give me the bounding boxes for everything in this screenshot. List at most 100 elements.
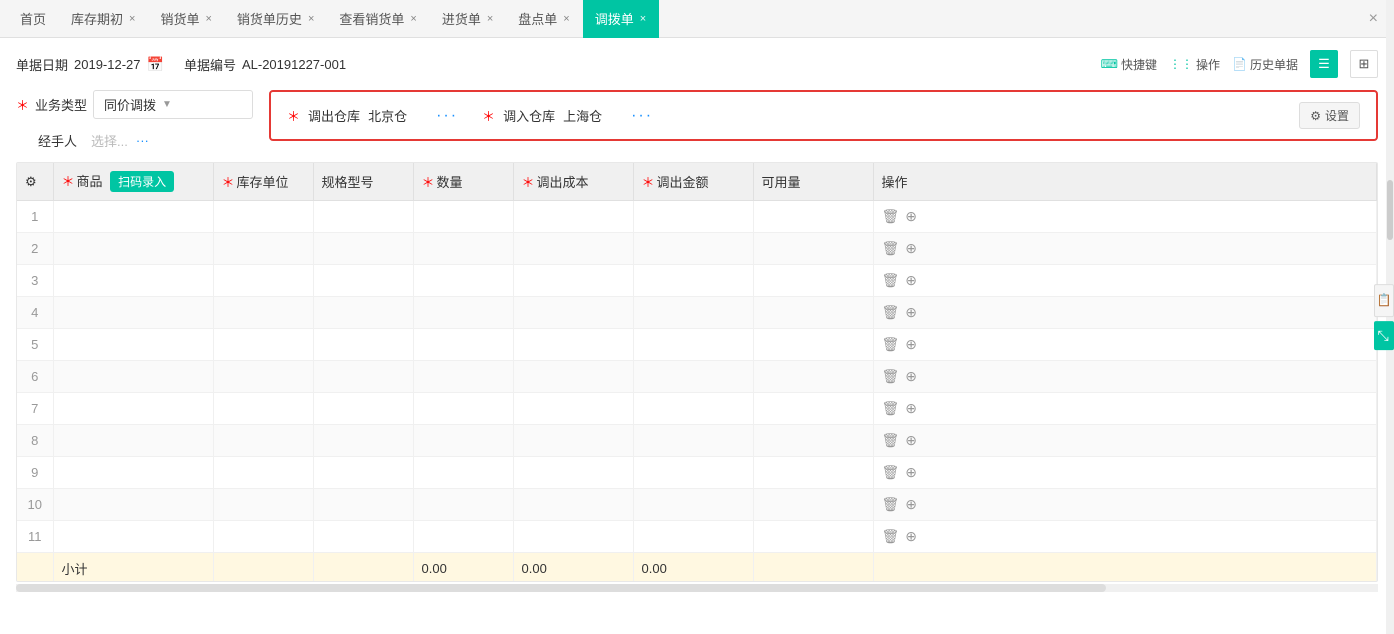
qty-cell[interactable] <box>413 393 513 425</box>
grid-view-btn[interactable]: ⊞ <box>1350 50 1378 78</box>
settings-button[interactable]: ⚙ 设置 <box>1299 102 1360 129</box>
copy-row-icon[interactable]: ⊕ <box>905 432 917 449</box>
product-cell[interactable] <box>53 265 213 297</box>
unit-cell[interactable] <box>213 233 313 265</box>
qty-cell[interactable] <box>413 521 513 553</box>
unit-cell[interactable] <box>213 361 313 393</box>
unit-cell[interactable] <box>213 201 313 233</box>
product-cell[interactable] <box>53 329 213 361</box>
th-gear[interactable]: ⚙ <box>17 163 53 201</box>
spec-cell[interactable] <box>313 329 413 361</box>
copy-row-icon[interactable]: ⊕ <box>905 400 917 417</box>
spec-cell[interactable] <box>313 521 413 553</box>
horizontal-scrollbar[interactable] <box>16 584 1378 592</box>
cost-cell[interactable] <box>513 521 633 553</box>
spec-cell[interactable] <box>313 265 413 297</box>
qty-cell[interactable] <box>413 457 513 489</box>
delete-row-icon[interactable]: 🗑 <box>882 304 900 321</box>
product-cell[interactable] <box>53 425 213 457</box>
amount-cell[interactable] <box>633 521 753 553</box>
copy-row-icon[interactable]: ⊕ <box>905 464 917 481</box>
history-action[interactable]: 📄 历史单据 <box>1232 56 1298 73</box>
unit-cell[interactable] <box>213 297 313 329</box>
amount-cell[interactable] <box>633 489 753 521</box>
qty-cell[interactable] <box>413 233 513 265</box>
delete-row-icon[interactable]: 🗑 <box>882 208 900 225</box>
amount-cell[interactable] <box>633 201 753 233</box>
unit-cell[interactable] <box>213 265 313 297</box>
close-tab-purchase[interactable]: × <box>487 13 493 25</box>
close-all-tabs[interactable]: × <box>1361 10 1386 28</box>
close-tab-transfer[interactable]: × <box>640 13 646 25</box>
delete-row-icon[interactable]: 🗑 <box>882 464 900 481</box>
cost-cell[interactable] <box>513 233 633 265</box>
qty-cell[interactable] <box>413 361 513 393</box>
operation-action[interactable]: ⋮⋮ 操作 <box>1169 56 1220 73</box>
cost-cell[interactable] <box>513 329 633 361</box>
tab-transfer[interactable]: 调拨单 × <box>583 0 659 38</box>
spec-cell[interactable] <box>313 297 413 329</box>
amount-cell[interactable] <box>633 265 753 297</box>
unit-cell[interactable] <box>213 521 313 553</box>
cost-cell[interactable] <box>513 489 633 521</box>
qty-cell[interactable] <box>413 265 513 297</box>
amount-cell[interactable] <box>633 361 753 393</box>
copy-row-icon[interactable]: ⊕ <box>905 304 917 321</box>
calendar-icon[interactable]: 📅 <box>147 56 164 73</box>
cost-cell[interactable] <box>513 361 633 393</box>
product-cell[interactable] <box>53 393 213 425</box>
tab-home[interactable]: 首页 <box>8 0 59 38</box>
product-cell[interactable] <box>53 361 213 393</box>
delete-row-icon[interactable]: 🗑 <box>882 496 900 513</box>
spec-cell[interactable] <box>313 233 413 265</box>
copy-row-icon[interactable]: ⊕ <box>905 528 917 545</box>
unit-cell[interactable] <box>213 457 313 489</box>
unit-cell[interactable] <box>213 329 313 361</box>
copy-row-icon[interactable]: ⊕ <box>905 368 917 385</box>
cost-cell[interactable] <box>513 297 633 329</box>
note-side-btn[interactable]: 📋 <box>1374 284 1394 317</box>
gear-icon[interactable]: ⚙ <box>25 174 37 189</box>
copy-row-icon[interactable]: ⊕ <box>905 272 917 289</box>
spec-cell[interactable] <box>313 489 413 521</box>
tab-inventory-init[interactable]: 库存期初 × <box>59 0 148 38</box>
copy-row-icon[interactable]: ⊕ <box>905 208 917 225</box>
product-cell[interactable] <box>53 457 213 489</box>
copy-row-icon[interactable]: ⊕ <box>905 240 917 257</box>
unit-cell[interactable] <box>213 393 313 425</box>
amount-cell[interactable] <box>633 425 753 457</box>
close-tab-sales-order[interactable]: × <box>205 13 211 25</box>
amount-cell[interactable] <box>633 297 753 329</box>
tab-view-sales[interactable]: 查看销货单 × <box>327 0 429 38</box>
cost-cell[interactable] <box>513 265 633 297</box>
cost-cell[interactable] <box>513 457 633 489</box>
product-cell[interactable] <box>53 521 213 553</box>
tab-inventory-check[interactable]: 盘点单 × <box>506 0 582 38</box>
unit-cell[interactable] <box>213 425 313 457</box>
shortcut-action[interactable]: ⌨ 快捷键 <box>1101 56 1157 73</box>
cost-cell[interactable] <box>513 393 633 425</box>
cost-cell[interactable] <box>513 425 633 457</box>
person-more-icon[interactable]: ··· <box>136 133 149 148</box>
qty-cell[interactable] <box>413 201 513 233</box>
qty-cell[interactable] <box>413 489 513 521</box>
business-type-select[interactable]: 同价调拨 ▼ <box>93 90 253 119</box>
product-cell[interactable] <box>53 297 213 329</box>
tab-sales-order[interactable]: 销货单 × <box>148 0 224 38</box>
close-tab-inventory-init[interactable]: × <box>129 13 135 25</box>
scan-input-btn[interactable]: 扫码录入 <box>110 171 174 192</box>
amount-cell[interactable] <box>633 233 753 265</box>
expand-side-btn[interactable]: ⤢ <box>1374 321 1394 350</box>
amount-cell[interactable] <box>633 457 753 489</box>
qty-cell[interactable] <box>413 329 513 361</box>
spec-cell[interactable] <box>313 457 413 489</box>
amount-cell[interactable] <box>633 329 753 361</box>
qty-cell[interactable] <box>413 425 513 457</box>
delete-row-icon[interactable]: 🗑 <box>882 336 900 353</box>
spec-cell[interactable] <box>313 201 413 233</box>
cost-cell[interactable] <box>513 201 633 233</box>
product-cell[interactable] <box>53 201 213 233</box>
amount-cell[interactable] <box>633 393 753 425</box>
product-cell[interactable] <box>53 233 213 265</box>
qty-cell[interactable] <box>413 297 513 329</box>
